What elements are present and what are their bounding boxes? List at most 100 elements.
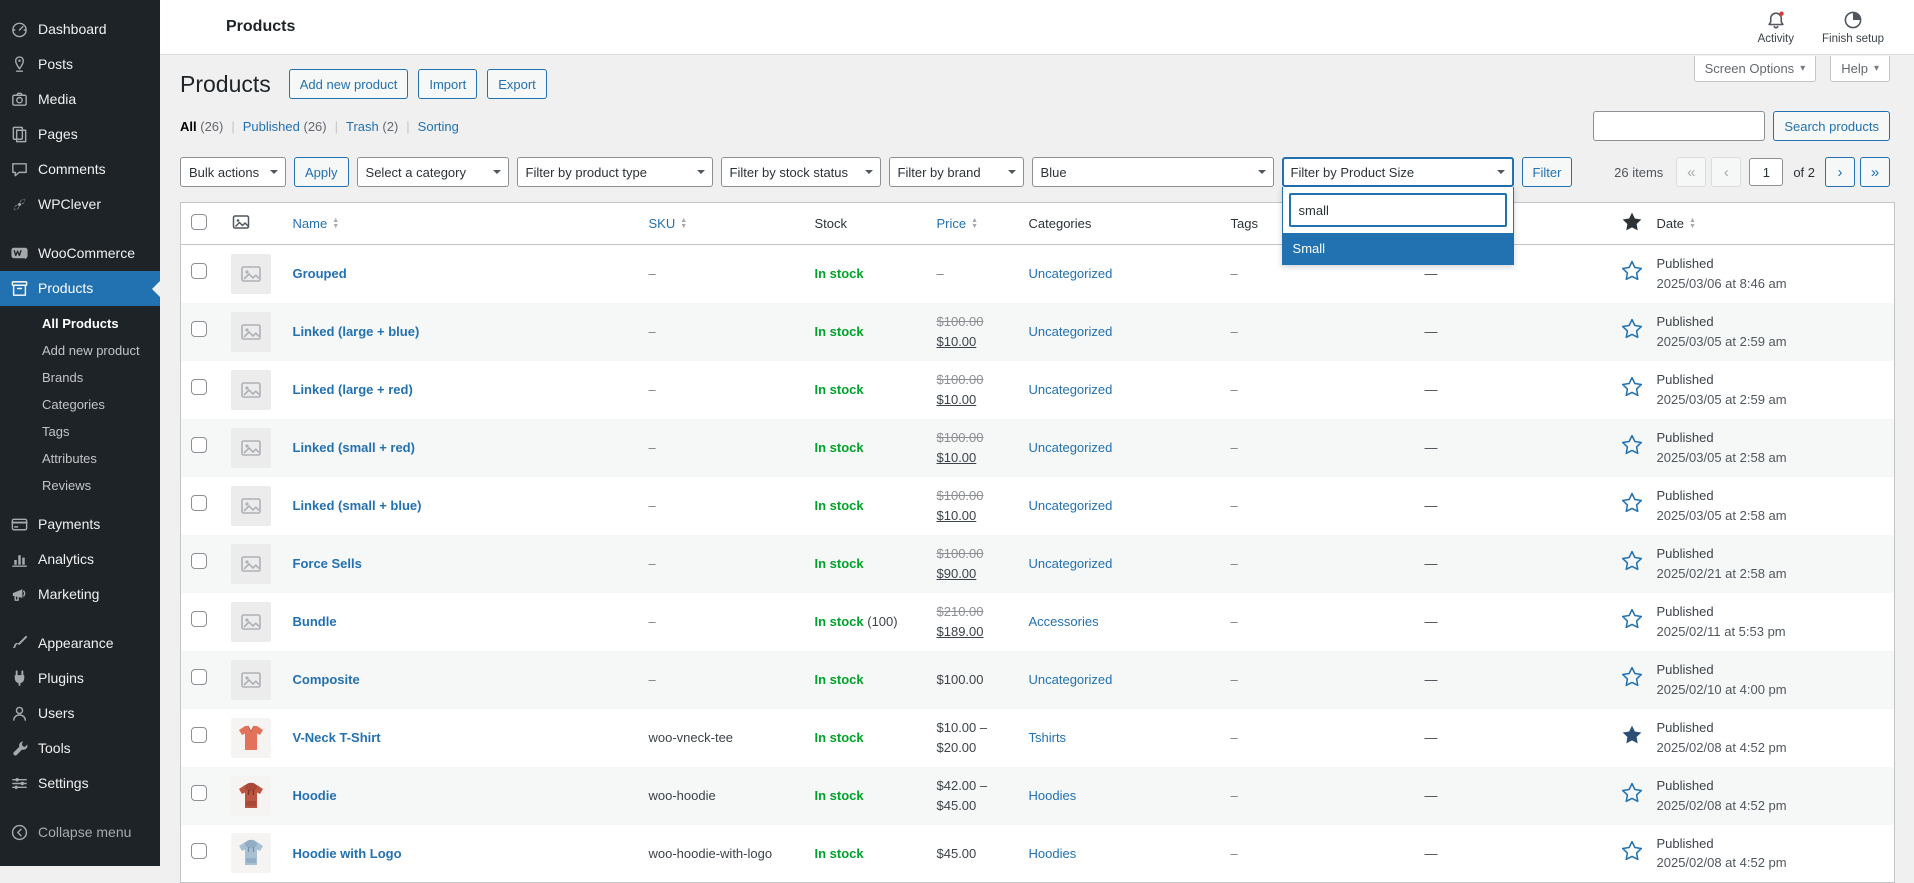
featured-star-icon[interactable] xyxy=(1621,492,1643,514)
product-thumbnail[interactable] xyxy=(231,312,271,352)
featured-star-icon[interactable] xyxy=(1621,550,1643,572)
sidebar-item-plugins[interactable]: Plugins xyxy=(0,661,160,696)
product-thumbnail[interactable] xyxy=(231,776,271,816)
row-checkbox[interactable] xyxy=(191,785,207,801)
sidebar-item-payments[interactable]: Payments xyxy=(0,507,160,542)
sidebar-subitem-all-products[interactable]: All Products xyxy=(0,310,160,337)
featured-star-filled-icon[interactable] xyxy=(1621,724,1643,746)
category-link[interactable]: Uncategorized xyxy=(1029,266,1113,281)
row-checkbox[interactable] xyxy=(191,437,207,453)
apply-button[interactable]: Apply xyxy=(294,157,349,187)
view-trash[interactable]: Trash (2) xyxy=(327,119,399,134)
product-name-link[interactable]: Grouped xyxy=(293,266,347,281)
export-button[interactable]: Export xyxy=(487,69,547,99)
sidebar-item-media[interactable]: Media xyxy=(0,82,160,117)
featured-star-icon[interactable] xyxy=(1621,840,1643,862)
sidebar-subitem-reviews[interactable]: Reviews xyxy=(0,472,160,499)
row-checkbox[interactable] xyxy=(191,727,207,743)
current-page-input[interactable]: 1 xyxy=(1749,158,1783,186)
row-checkbox[interactable] xyxy=(191,843,207,859)
featured-star-icon[interactable] xyxy=(1621,318,1643,340)
row-checkbox[interactable] xyxy=(191,495,207,511)
product-type-filter-select[interactable]: Filter by product type xyxy=(517,157,713,187)
category-filter-select[interactable]: Select a category xyxy=(357,157,509,187)
product-thumbnail[interactable] xyxy=(231,660,271,700)
product-name-link[interactable]: Hoodie with Logo xyxy=(293,846,402,861)
sidebar-item-marketing[interactable]: Marketing xyxy=(0,577,160,612)
category-link[interactable]: Hoodies xyxy=(1029,846,1077,861)
filter-button[interactable]: Filter xyxy=(1522,157,1573,187)
category-link[interactable]: Uncategorized xyxy=(1029,556,1113,571)
product-name-link[interactable]: Linked (large + blue) xyxy=(293,324,420,339)
row-checkbox[interactable] xyxy=(191,263,207,279)
featured-star-icon[interactable] xyxy=(1621,782,1643,804)
product-thumbnail[interactable] xyxy=(231,718,271,758)
select-all-checkbox[interactable] xyxy=(191,214,207,230)
sidebar-subitem-attributes[interactable]: Attributes xyxy=(0,445,160,472)
search-products-input[interactable] xyxy=(1593,111,1765,141)
size-search-input[interactable] xyxy=(1289,193,1507,227)
sidebar-subitem-brands[interactable]: Brands xyxy=(0,364,160,391)
finish-setup-button[interactable]: Finish setup xyxy=(1822,9,1884,45)
product-thumbnail[interactable] xyxy=(231,602,271,642)
sidebar-item-products[interactable]: Products xyxy=(0,271,160,306)
next-page-button[interactable]: › xyxy=(1825,157,1855,187)
sidebar-item-tools[interactable]: Tools xyxy=(0,731,160,766)
category-link[interactable]: Accessories xyxy=(1029,614,1099,629)
sidebar-item-wpclever[interactable]: WPClever xyxy=(0,187,160,222)
sidebar-item-woocommerce[interactable]: WooCommerce xyxy=(0,236,160,271)
product-thumbnail[interactable] xyxy=(231,544,271,584)
import-button[interactable]: Import xyxy=(418,69,477,99)
sidebar-item-analytics[interactable]: Analytics xyxy=(0,542,160,577)
sidebar-item-dashboard[interactable]: Dashboard xyxy=(0,12,160,47)
sidebar-item-comments[interactable]: Comments xyxy=(0,152,160,187)
activity-button[interactable]: Activity xyxy=(1758,9,1794,45)
sort-by-price[interactable]: Price▲▼ xyxy=(937,216,979,231)
category-link[interactable]: Uncategorized xyxy=(1029,498,1113,513)
product-name-link[interactable]: Composite xyxy=(293,672,360,687)
stock-status-filter-select[interactable]: Filter by stock status xyxy=(721,157,881,187)
category-link[interactable]: Uncategorized xyxy=(1029,382,1113,397)
bulk-actions-select[interactable]: Bulk actions xyxy=(180,157,286,187)
product-name-link[interactable]: Force Sells xyxy=(293,556,362,571)
featured-star-icon[interactable] xyxy=(1621,608,1643,630)
size-option-small[interactable]: Small xyxy=(1283,233,1513,264)
product-thumbnail[interactable] xyxy=(231,486,271,526)
row-checkbox[interactable] xyxy=(191,321,207,337)
category-link[interactable]: Uncategorized xyxy=(1029,440,1113,455)
product-name-link[interactable]: Bundle xyxy=(293,614,337,629)
product-name-link[interactable]: Linked (small + blue) xyxy=(293,498,422,513)
view-sorting[interactable]: Sorting xyxy=(398,119,459,134)
category-link[interactable]: Hoodies xyxy=(1029,788,1077,803)
category-link[interactable]: Tshirts xyxy=(1029,730,1067,745)
view-published[interactable]: Published (26) xyxy=(223,119,326,134)
sidebar-subitem-categories[interactable]: Categories xyxy=(0,391,160,418)
brand-filter-select[interactable]: Filter by brand xyxy=(889,157,1024,187)
product-name-link[interactable]: Hoodie xyxy=(293,788,337,803)
screen-options-button[interactable]: Screen Options ▾ xyxy=(1694,56,1817,82)
row-checkbox[interactable] xyxy=(191,553,207,569)
category-link[interactable]: Uncategorized xyxy=(1029,324,1113,339)
search-products-button[interactable]: Search products xyxy=(1773,111,1890,141)
featured-star-icon[interactable] xyxy=(1621,376,1643,398)
row-checkbox[interactable] xyxy=(191,669,207,685)
product-name-link[interactable]: V-Neck T-Shirt xyxy=(293,730,381,745)
sort-by-sku[interactable]: SKU▲▼ xyxy=(649,216,688,231)
sidebar-item-users[interactable]: Users xyxy=(0,696,160,731)
product-size-select[interactable]: Filter by Product Size xyxy=(1282,157,1514,187)
sidebar-item-collapse-menu[interactable]: Collapse menu xyxy=(0,815,160,850)
product-thumbnail[interactable] xyxy=(231,833,271,873)
add-new-product-button[interactable]: Add new product xyxy=(289,69,409,99)
sidebar-item-appearance[interactable]: Appearance xyxy=(0,626,160,661)
featured-star-icon[interactable] xyxy=(1621,666,1643,688)
featured-star-icon[interactable] xyxy=(1621,260,1643,282)
featured-star-icon[interactable] xyxy=(1621,434,1643,456)
row-checkbox[interactable] xyxy=(191,611,207,627)
view-all[interactable]: All (26) xyxy=(180,119,223,134)
sidebar-subitem-tags[interactable]: Tags xyxy=(0,418,160,445)
product-thumbnail[interactable] xyxy=(231,370,271,410)
row-checkbox[interactable] xyxy=(191,379,207,395)
category-link[interactable]: Uncategorized xyxy=(1029,672,1113,687)
sidebar-item-posts[interactable]: Posts xyxy=(0,47,160,82)
sidebar-subitem-add-new-product[interactable]: Add new product xyxy=(0,337,160,364)
